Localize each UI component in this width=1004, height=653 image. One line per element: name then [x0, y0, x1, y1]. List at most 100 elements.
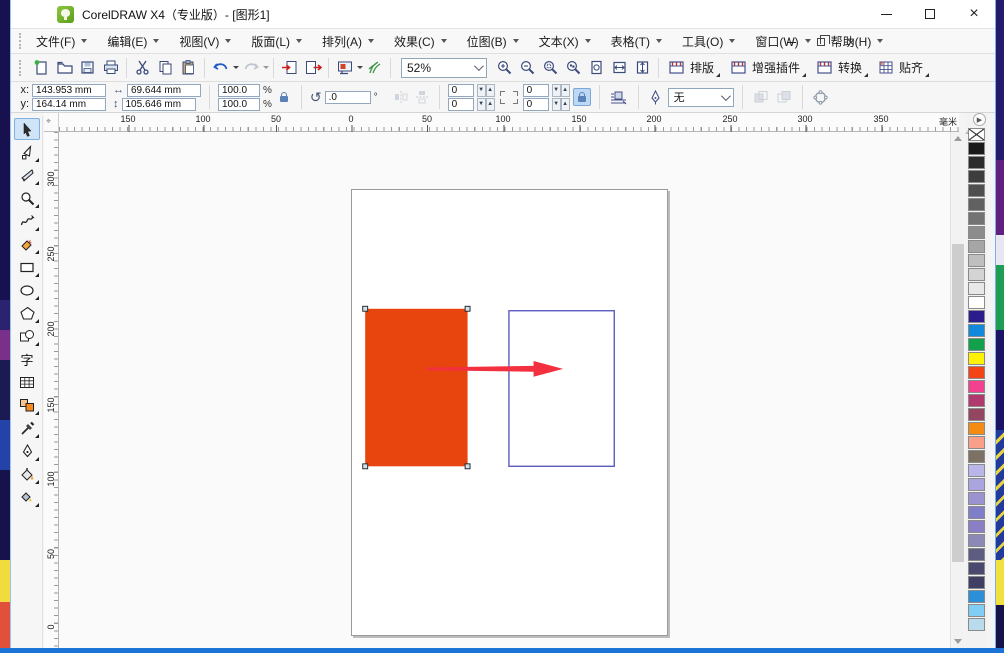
color-swatch[interactable] [967, 422, 985, 435]
enhanced-plugins-button[interactable]: 增强插件 [725, 57, 807, 78]
menu-item[interactable]: 表格(T) [605, 30, 668, 53]
corner-radius-bl-field[interactable]: 0 [447, 97, 474, 111]
typesetting-button[interactable]: 排版 [663, 57, 721, 78]
menubar-drag-handle[interactable] [19, 33, 24, 49]
color-swatch[interactable] [967, 604, 985, 617]
color-swatch[interactable] [967, 156, 985, 169]
menu-item[interactable]: 位图(B) [461, 30, 525, 53]
corner-radius-tr-field[interactable]: 0 [522, 83, 549, 97]
color-swatch[interactable] [967, 142, 985, 155]
spinner-up[interactable]: ▲ [560, 97, 570, 111]
spinner-up[interactable]: ▲ [560, 83, 570, 97]
x-position-field[interactable]: 143.953 mm [32, 83, 106, 97]
close-button[interactable]: × [965, 5, 983, 23]
menu-item[interactable]: 版面(L) [245, 30, 308, 53]
undo-button[interactable] [209, 56, 232, 79]
scrollbar-thumb[interactable] [952, 244, 964, 562]
color-swatch[interactable] [967, 352, 985, 365]
spinner-up[interactable]: ▲ [485, 97, 495, 111]
color-swatch[interactable] [967, 268, 985, 281]
color-swatch[interactable] [967, 450, 985, 463]
zoom-to-page-button[interactable] [585, 56, 608, 79]
export-button[interactable] [301, 56, 324, 79]
zoom-tool[interactable] [14, 187, 40, 209]
menu-item[interactable]: 文件(F) [30, 30, 93, 53]
selection-handle[interactable] [464, 463, 471, 470]
y-position-field[interactable]: 164.14 mm [32, 97, 106, 111]
selection-handle[interactable] [464, 305, 471, 312]
selection-handle[interactable] [362, 463, 369, 470]
color-swatch[interactable] [967, 534, 985, 547]
scroll-up-button[interactable] [951, 132, 965, 145]
eyedropper-tool[interactable] [14, 417, 40, 439]
color-swatch[interactable] [967, 464, 985, 477]
color-swatch[interactable] [967, 170, 985, 183]
redo-dropdown-arrow[interactable] [263, 66, 269, 69]
blend-tool[interactable] [14, 394, 40, 416]
toolbar-drag-handle[interactable] [19, 59, 24, 76]
color-swatch[interactable] [967, 338, 985, 351]
color-swatch[interactable] [967, 408, 985, 421]
menu-item[interactable]: 视图(V) [173, 30, 237, 53]
ruler-origin-button[interactable] [44, 113, 59, 132]
minimize-button[interactable] [877, 5, 895, 23]
horizontal-ruler[interactable]: 150 100 50 0 50 100 150 200 250 300 350 … [59, 113, 959, 132]
color-swatch[interactable] [967, 618, 985, 631]
snap-button[interactable]: 贴齐 [873, 57, 930, 78]
orange-rectangle[interactable] [365, 308, 468, 467]
selection-handle[interactable] [362, 305, 369, 312]
color-swatch[interactable] [967, 506, 985, 519]
paste-button[interactable] [177, 56, 200, 79]
outline-width-combo[interactable]: 无 [667, 87, 734, 107]
menu-item[interactable]: 编辑(E) [101, 30, 165, 53]
menu-item[interactable]: 文本(X) [533, 30, 597, 53]
polygon-tool[interactable] [14, 302, 40, 324]
crop-tool[interactable] [14, 164, 40, 186]
corner-radius-br-field[interactable]: 0 [522, 97, 549, 111]
color-swatch[interactable] [967, 380, 985, 393]
zoom-out-button[interactable] [516, 56, 539, 79]
no-fill-swatch[interactable] [967, 128, 985, 141]
convert-outline-to-object-button[interactable] [774, 86, 794, 109]
menu-item[interactable]: 工具(O) [676, 30, 741, 53]
zoom-selected-button[interactable] [539, 56, 562, 79]
edit-corners-together-button[interactable] [572, 88, 591, 106]
spinner-up[interactable]: ▲ [485, 83, 495, 97]
corner-radius-tl-field[interactable]: 0 [447, 83, 474, 97]
print-button[interactable] [99, 56, 122, 79]
color-swatch[interactable] [967, 198, 985, 211]
zoom-to-height-button[interactable] [631, 56, 654, 79]
color-swatch[interactable] [967, 212, 985, 225]
blue-outline-rectangle[interactable] [508, 310, 615, 467]
color-swatch[interactable] [967, 226, 985, 239]
color-swatch[interactable] [967, 492, 985, 505]
welcome-screen-button[interactable] [363, 56, 386, 79]
title-bar[interactable]: CorelDRAW X4（专业版）- [图形1] × [11, 0, 995, 28]
spinner-down[interactable]: ▼ [551, 83, 561, 97]
scale-x-field[interactable]: 100.0 [218, 83, 260, 97]
smart-fill-tool[interactable] [14, 233, 40, 255]
spinner-down[interactable]: ▼ [476, 97, 486, 111]
color-swatch[interactable] [967, 254, 985, 267]
redo-button[interactable] [239, 56, 262, 79]
zoom-in-button[interactable] [493, 56, 516, 79]
vertical-scrollbar[interactable] [950, 132, 964, 648]
color-swatch[interactable] [967, 394, 985, 407]
color-swatch[interactable] [967, 296, 985, 309]
vertical-ruler[interactable]: 300 250 200 150 100 50 0 [44, 132, 59, 648]
application-launcher-button[interactable] [333, 56, 356, 79]
rotation-angle-field[interactable]: .0 [324, 90, 371, 104]
scale-lock-button[interactable] [275, 88, 293, 106]
document-close-button[interactable]: × [843, 34, 859, 50]
color-swatch[interactable] [967, 240, 985, 253]
zoom-level-combo[interactable]: 52% [401, 57, 487, 78]
object-width-field[interactable]: 69.644 mm [127, 83, 201, 97]
save-button[interactable] [76, 56, 99, 79]
scroll-down-button[interactable] [951, 635, 965, 648]
fill-tool[interactable] [14, 463, 40, 485]
color-swatch[interactable] [967, 548, 985, 561]
mirror-vertical-button[interactable] [413, 88, 431, 106]
scale-y-field[interactable]: 100.0 [218, 97, 260, 111]
color-swatch[interactable] [967, 436, 985, 449]
color-swatch[interactable] [967, 366, 985, 379]
